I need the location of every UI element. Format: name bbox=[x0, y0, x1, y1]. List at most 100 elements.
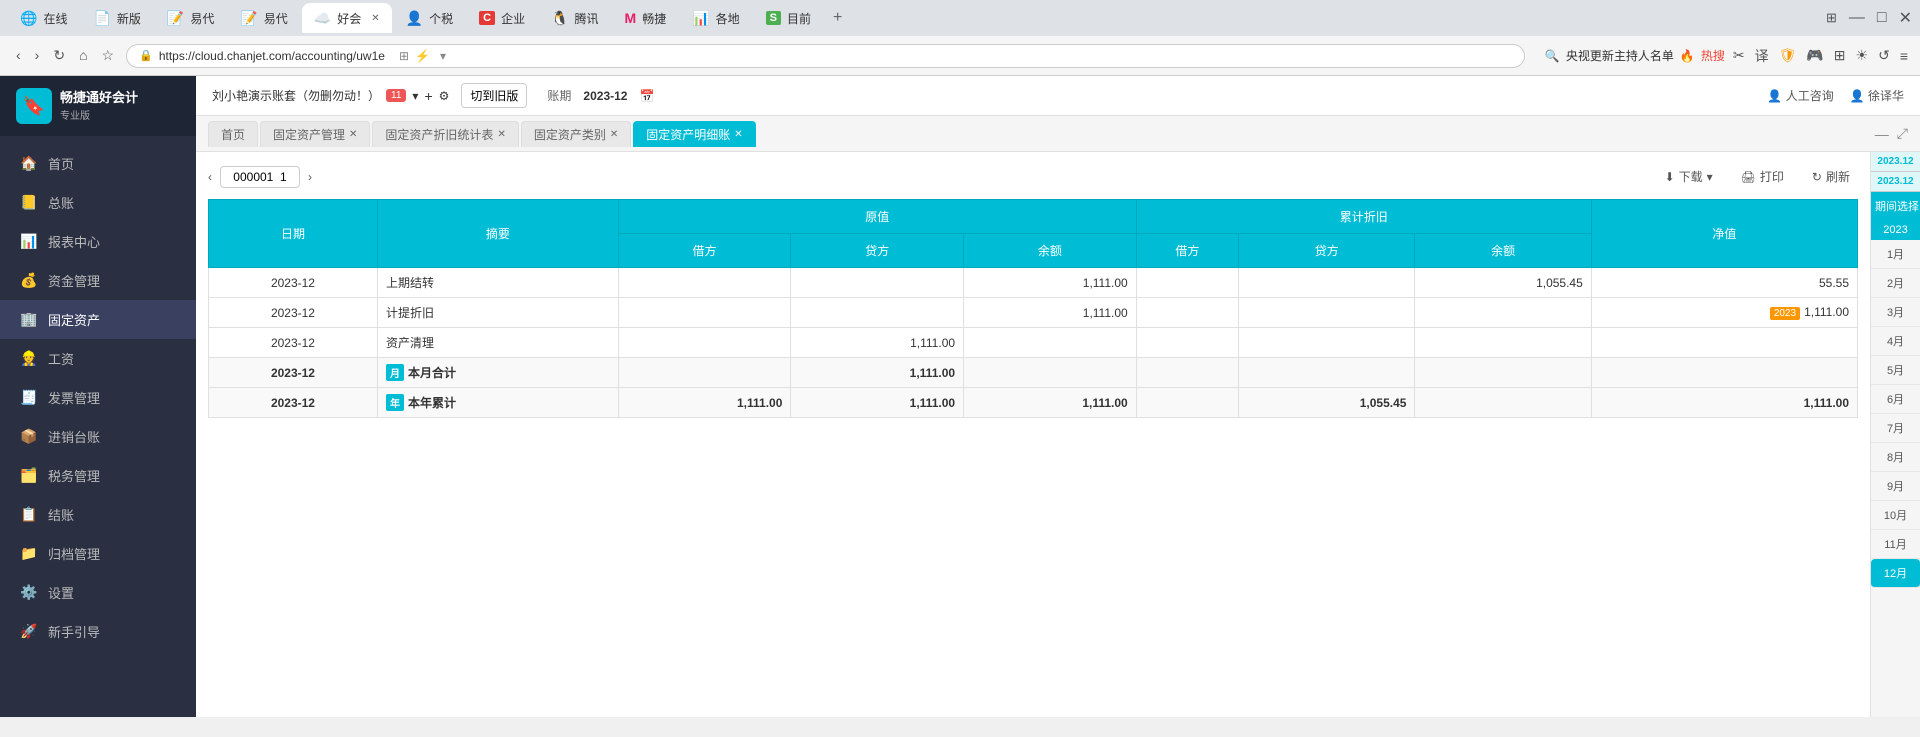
period-month-7[interactable]: 7月 bbox=[1871, 414, 1920, 443]
url-dropdown[interactable]: ▾ bbox=[440, 49, 446, 63]
refresh-btn[interactable]: ↻ bbox=[49, 45, 69, 66]
next-page-btn[interactable]: › bbox=[308, 170, 312, 184]
page-tab-depreciation-stats[interactable]: 固定资产折旧统计表 ✕ bbox=[372, 121, 518, 147]
tab-qiye[interactable]: C 企业 bbox=[467, 3, 537, 33]
sidebar-item-purchases[interactable]: 📦 进销台账 bbox=[0, 417, 196, 456]
page-tab-dep-stats-close[interactable]: ✕ bbox=[497, 129, 505, 140]
row5-orig-balance: 1,111.00 bbox=[964, 388, 1137, 418]
tab-changjie[interactable]: M 畅捷 bbox=[613, 3, 679, 33]
top-bar-actions: 👤 人工咨询 👤 徐译华 bbox=[1767, 87, 1904, 104]
tab-tengxun[interactable]: 🐧 腾讯 bbox=[539, 3, 610, 33]
sidebar-label-funds: 资金管理 bbox=[48, 271, 100, 290]
minimize-pane-btn[interactable]: — bbox=[1875, 126, 1889, 142]
url-bar[interactable]: 🔒 https://cloud.chanjet.com/accounting/u… bbox=[126, 44, 1525, 68]
page-tab-assets-mgmt[interactable]: 固定资产管理 ✕ bbox=[260, 121, 370, 147]
period-month-2[interactable]: 2月 bbox=[1871, 269, 1920, 298]
tab-yidai2[interactable]: 📝 易代 bbox=[228, 3, 299, 33]
year-badge: 2023 bbox=[1770, 307, 1800, 320]
new-tab-btn[interactable]: + bbox=[825, 9, 850, 27]
th-original-value: 原值 bbox=[618, 200, 1136, 234]
tab-online[interactable]: 🌐 在线 bbox=[8, 3, 79, 33]
sidebar-item-home[interactable]: 🏠 首页 bbox=[0, 144, 196, 183]
row5-net-value: 1,111.00 bbox=[1591, 388, 1857, 418]
sidebar-item-reports[interactable]: 📊 报表中心 bbox=[0, 222, 196, 261]
user-avatar[interactable]: 👤 徐译华 bbox=[1850, 87, 1904, 104]
browser-close[interactable]: ✕ bbox=[1899, 8, 1912, 28]
th-summary: 摘要 bbox=[377, 200, 618, 268]
period-month-10[interactable]: 10月 bbox=[1871, 501, 1920, 530]
maximize-pane-btn[interactable]: ⤢ bbox=[1897, 125, 1908, 142]
tab-bar: 🌐 在线 📄 新版 📝 易代 📝 易代 ☁️ 好会 ✕ 👤 个税 C 企业 bbox=[0, 0, 1920, 36]
page-tab-assets-mgmt-close[interactable]: ✕ bbox=[349, 129, 357, 140]
sidebar-item-settings[interactable]: ⚙️ 设置 bbox=[0, 573, 196, 612]
add-account-btn[interactable]: + bbox=[424, 88, 432, 104]
sidebar-item-tax[interactable]: 🗂️ 税务管理 bbox=[0, 456, 196, 495]
period-header-label[interactable]: 期间选择 bbox=[1871, 192, 1920, 220]
bookmark-btn[interactable]: ☆ bbox=[98, 45, 119, 66]
sidebar-item-fixed-assets[interactable]: 🏢 固定资产 bbox=[0, 300, 196, 339]
tab-gedi[interactable]: 📊 各地 bbox=[680, 3, 751, 33]
sidebar-item-archive[interactable]: 📁 归档管理 bbox=[0, 534, 196, 573]
period-month-8[interactable]: 8月 bbox=[1871, 443, 1920, 472]
more-icon[interactable]: ≡ bbox=[1900, 48, 1908, 64]
row3-net-value bbox=[1591, 328, 1857, 358]
browser-maximize[interactable]: □ bbox=[1877, 9, 1887, 27]
row1-dep-credit bbox=[1239, 268, 1415, 298]
tab-close-haokuai[interactable]: ✕ bbox=[371, 13, 379, 24]
period-month-9[interactable]: 9月 bbox=[1871, 472, 1920, 501]
period-month-1[interactable]: 1月 bbox=[1871, 240, 1920, 269]
page-tab-assets-category[interactable]: 固定资产类别 ✕ bbox=[521, 121, 631, 147]
sidebar-item-payroll[interactable]: 👷 工资 bbox=[0, 339, 196, 378]
period-month-5[interactable]: 5月 bbox=[1871, 356, 1920, 385]
hot-label: 热搜 bbox=[1701, 47, 1725, 64]
grid-icon[interactable]: ⊞ bbox=[1834, 47, 1846, 64]
game-icon[interactable]: 🎮 bbox=[1806, 47, 1823, 64]
refresh-btn-toolbar[interactable]: ↻ 刷新 bbox=[1804, 164, 1858, 189]
period-month-3[interactable]: 3月 bbox=[1871, 298, 1920, 327]
sidebar-item-beginner[interactable]: 🚀 新手引导 bbox=[0, 612, 196, 651]
home-btn[interactable]: ⌂ bbox=[75, 45, 91, 66]
sidebar-label-home: 首页 bbox=[48, 154, 74, 173]
page-tab-assets-detail[interactable]: 固定资产明细账 ✕ bbox=[633, 121, 755, 147]
shield-icon[interactable]: 🛡 bbox=[1779, 47, 1797, 64]
tab-geshui[interactable]: 👤 个税 bbox=[394, 3, 465, 33]
period-month-4[interactable]: 4月 bbox=[1871, 327, 1920, 356]
sidebar-item-general-ledger[interactable]: 📒 总账 bbox=[0, 183, 196, 222]
period-month-12[interactable]: 12月 bbox=[1871, 559, 1920, 588]
tab-yidai1[interactable]: 📝 易代 bbox=[155, 3, 226, 33]
settings-small-btn[interactable]: ⚙ bbox=[439, 89, 450, 103]
page-input[interactable] bbox=[220, 166, 300, 188]
download-dropdown-icon[interactable]: ▾ bbox=[1707, 170, 1713, 184]
period-month-6[interactable]: 6月 bbox=[1871, 385, 1920, 414]
page-tab-assets-detail-close[interactable]: ✕ bbox=[734, 129, 742, 140]
prev-page-btn[interactable]: ‹ bbox=[208, 170, 212, 184]
sidebar-item-funds[interactable]: 💰 资金管理 bbox=[0, 261, 196, 300]
row4-dep-debit bbox=[1136, 358, 1238, 388]
back-btn[interactable]: ‹ bbox=[12, 45, 25, 66]
row4-date: 2023-12 bbox=[209, 358, 378, 388]
dropdown-icon[interactable]: ▾ bbox=[412, 89, 418, 103]
sidebar-item-closing[interactable]: 📋 结账 bbox=[0, 495, 196, 534]
page-tab-assets-cat-close[interactable]: ✕ bbox=[610, 129, 618, 140]
service-btn[interactable]: 👤 人工咨询 bbox=[1767, 87, 1833, 104]
tab-muqian[interactable]: S 目前 bbox=[754, 3, 823, 33]
switch-version-btn[interactable]: 切到旧版 bbox=[461, 83, 527, 108]
print-btn[interactable]: 🖨 打印 bbox=[1733, 164, 1792, 189]
brightness-icon[interactable]: ☀ bbox=[1856, 47, 1869, 64]
sidebar-item-invoice[interactable]: 🧾 发票管理 bbox=[0, 378, 196, 417]
th-dep-balance: 余额 bbox=[1415, 234, 1591, 268]
calendar-icon[interactable]: 📅 bbox=[639, 89, 654, 103]
forward-btn[interactable]: › bbox=[31, 45, 44, 66]
browser-minimize[interactable]: — bbox=[1849, 9, 1865, 27]
sidebar-label-tax: 税务管理 bbox=[48, 466, 100, 485]
tab-haokuai[interactable]: ☁️ 好会 ✕ bbox=[302, 3, 392, 33]
th-date: 日期 bbox=[209, 200, 378, 268]
scissors-icon[interactable]: ✂ bbox=[1733, 47, 1745, 64]
undo-icon[interactable]: ↺ bbox=[1878, 47, 1890, 64]
logo-icon: 🔖 bbox=[16, 88, 52, 124]
download-btn[interactable]: ⬇ 下载 ▾ bbox=[1657, 164, 1721, 189]
period-month-11[interactable]: 11月 bbox=[1871, 530, 1920, 559]
translate-icon[interactable]: 译 bbox=[1755, 46, 1769, 66]
tab-new[interactable]: 📄 新版 bbox=[81, 3, 152, 33]
page-tab-home[interactable]: 首页 bbox=[208, 121, 258, 147]
